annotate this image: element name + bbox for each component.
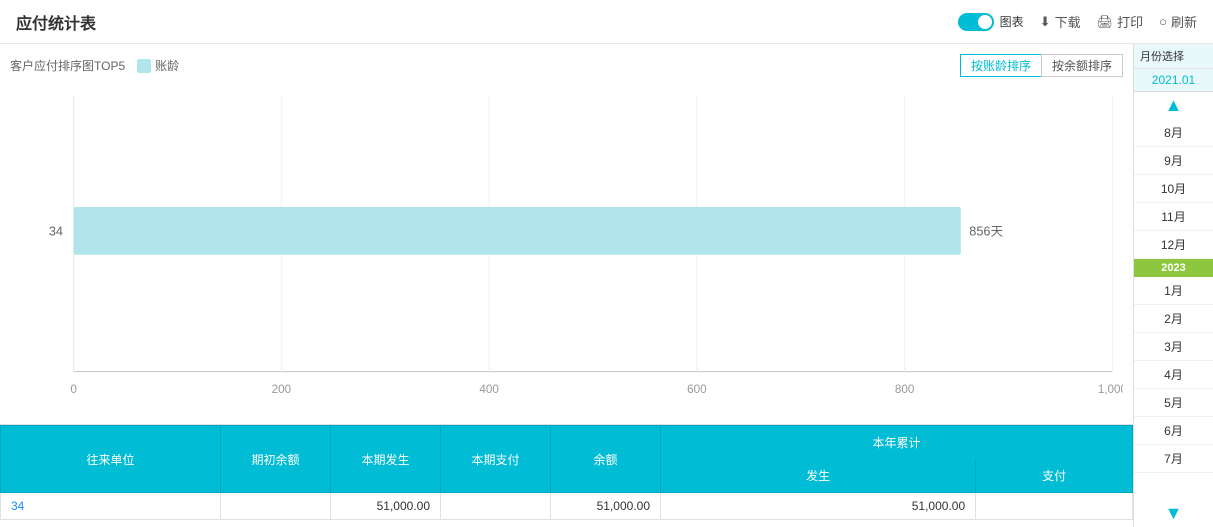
svg-text:800: 800 [895,383,915,396]
svg-text:34: 34 [49,224,63,239]
left-panel: 客户应付排序图TOP5 账龄 按账龄排序 按余额排序 [0,44,1133,527]
th-period-balance: 期初余额 [221,426,331,493]
print-icon: 🖨 [1097,14,1114,30]
sidebar-month-2[interactable]: 2月 [1134,305,1213,333]
sidebar-header-label: 月份选择 [1140,48,1184,64]
chart-toggle-wrap: 图表 [958,13,1024,31]
table-row: 34 51,000.00 51,000.00 51,000.00 [1,493,1133,520]
sidebar-month-8[interactable]: 8月 [1134,119,1213,147]
print-label: 打印 [1117,12,1143,31]
th-year-pay: 支付 [976,459,1133,493]
refresh-button[interactable]: ○ 刷新 [1159,12,1197,31]
refresh-icon: ○ [1159,14,1167,29]
sidebar-month-7[interactable]: 7月 [1134,445,1213,473]
sidebar-down-button[interactable]: ▼ [1134,500,1213,527]
legend-item-2: 账龄 [137,57,179,74]
page-title: 应付统计表 [16,10,96,34]
table-section: 往来单位 期初余额 本期发生 本期支付 余额 本年累计 发生 支付 [0,424,1133,527]
chart-area: 客户应付排序图TOP5 账龄 按账龄排序 按余额排序 [0,44,1133,424]
chart-sort-buttons: 按账龄排序 按余额排序 [960,54,1123,77]
data-table: 往来单位 期初余额 本期发生 本期支付 余额 本年累计 发生 支付 [0,425,1133,520]
sidebar-month-10[interactable]: 10月 [1134,175,1213,203]
chart-toggle-label: 图表 [1000,13,1024,30]
th-year-occur: 发生 [661,459,976,493]
legend-item-1: 客户应付排序图TOP5 [10,57,125,74]
sidebar-month-1[interactable]: 1月 [1134,277,1213,305]
chart-toggle[interactable] [958,13,994,31]
sidebar-month-6[interactable]: 6月 [1134,417,1213,445]
svg-chart-container: 34 856天 0 200 400 600 800 1,000 [10,85,1123,414]
cell-year-pay [976,493,1133,520]
cell-period-balance [221,493,331,520]
sidebar-month-12[interactable]: 12月 [1134,231,1213,259]
sidebar-month-9[interactable]: 9月 [1134,147,1213,175]
table-wrap: 往来单位 期初余额 本期发生 本期支付 余额 本年累计 发生 支付 [0,425,1133,520]
page-header: 应付统计表 图表 ⬇ 下载 🖨 打印 ○ 刷新 [0,0,1213,44]
th-current-pay: 本期支付 [441,426,551,493]
refresh-label: 刷新 [1171,12,1197,31]
chart-legend: 客户应付排序图TOP5 账龄 [10,57,179,74]
header-actions: 图表 ⬇ 下载 🖨 打印 ○ 刷新 [958,12,1197,31]
legend-dot-2 [137,59,151,73]
sidebar: 月份选择 2021.01 ▲ 8月 9月 10月 11月 12月 2023 1月… [1133,44,1213,527]
download-icon: ⬇ [1040,14,1051,30]
sort-by-age-button[interactable]: 按账龄排序 [960,54,1041,77]
sidebar-month-11[interactable]: 11月 [1134,203,1213,231]
svg-text:200: 200 [272,383,292,396]
cell-current-pay [441,493,551,520]
cell-unit: 34 [1,493,221,520]
sidebar-month-4[interactable]: 4月 [1134,361,1213,389]
cell-year-occur: 51,000.00 [661,493,976,520]
download-button[interactable]: ⬇ 下载 [1040,12,1081,31]
unit-link[interactable]: 34 [11,499,24,513]
svg-text:0: 0 [70,383,77,396]
sort-by-balance-button[interactable]: 按余额排序 [1041,54,1123,77]
th-unit: 往来单位 [1,426,221,493]
th-current-occur: 本期发生 [331,426,441,493]
svg-text:856天: 856天 [969,224,1003,239]
cell-current-occur: 51,000.00 [331,493,441,520]
svg-text:600: 600 [687,383,707,396]
chart-header: 客户应付排序图TOP5 账龄 按账龄排序 按余额排序 [10,54,1123,77]
svg-text:400: 400 [479,383,499,396]
sidebar-up-button[interactable]: ▲ [1134,92,1213,119]
bar-chart-svg: 34 856天 0 200 400 600 800 1,000 [10,85,1123,414]
sidebar-current-date: 2021.01 [1134,69,1213,92]
main-content: 客户应付排序图TOP5 账龄 按账龄排序 按余额排序 [0,44,1213,527]
download-label: 下载 [1055,12,1081,31]
sidebar-year-2023: 2023 [1134,259,1213,277]
th-balance: 余额 [551,426,661,493]
sidebar-header-row: 月份选择 [1134,44,1213,69]
th-year-group: 本年累计 [661,426,1133,460]
sidebar-month-list: 8月 9月 10月 11月 12月 2023 1月 2月 3月 4月 5月 6月… [1134,119,1213,500]
legend-label-1: 客户应付排序图TOP5 [10,57,125,74]
svg-text:1,000: 1,000 [1098,383,1123,396]
cell-balance: 51,000.00 [551,493,661,520]
legend-label-2: 账龄 [155,57,179,74]
print-button[interactable]: 🖨 打印 [1097,12,1144,31]
sidebar-month-5[interactable]: 5月 [1134,389,1213,417]
sidebar-month-3[interactable]: 3月 [1134,333,1213,361]
